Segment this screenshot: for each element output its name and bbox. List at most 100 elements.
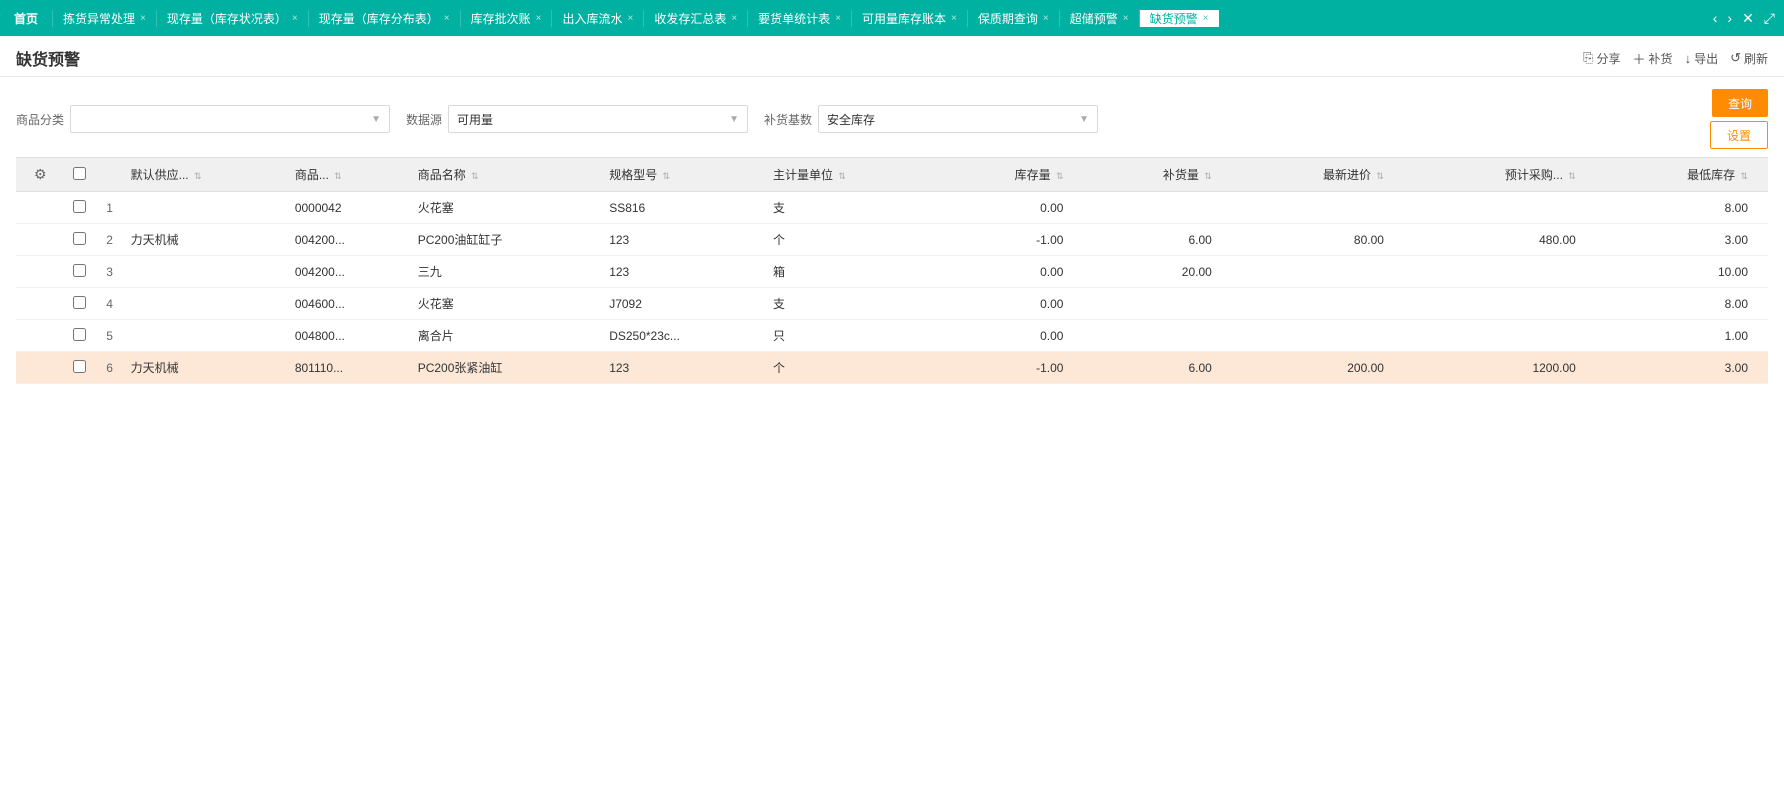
refresh-icon: ↺: [1730, 50, 1741, 66]
row-check-cell[interactable]: [65, 320, 95, 352]
row-gear-cell: [16, 224, 65, 256]
close-icon[interactable]: ×: [627, 13, 633, 24]
tab-expiry-query[interactable]: 保质期查询 ×: [968, 10, 1060, 27]
row-checkbox[interactable]: [73, 232, 86, 245]
row-check-cell[interactable]: [65, 192, 95, 224]
tab-receive-summary[interactable]: 收发存汇总表 ×: [644, 10, 748, 27]
row-replenish-qty: 6.00: [1083, 224, 1231, 256]
row-spec: 123: [603, 256, 767, 288]
tab-scroll-left[interactable]: ‹: [1708, 0, 1723, 36]
filter-datasource-group: 数据源 可用量 ▼: [406, 105, 748, 133]
row-unit: 个: [767, 224, 935, 256]
row-gear-cell: [16, 320, 65, 352]
row-supplier: [125, 256, 289, 288]
export-button[interactable]: ↓ 导出: [1685, 50, 1719, 67]
row-spec: DS250*23c...: [603, 320, 767, 352]
table-row: 1 0000042 火花塞 SS816 支 0.00 8.00: [16, 192, 1768, 224]
datasource-value: 可用量: [457, 111, 493, 128]
tab-scroll-right[interactable]: ›: [1722, 0, 1737, 36]
column-goods-name[interactable]: 商品名称 ⇅: [412, 158, 604, 192]
row-checkbox[interactable]: [73, 264, 86, 277]
close-icon[interactable]: ×: [140, 13, 146, 24]
tab-overstock-warning[interactable]: 超储预警 ×: [1060, 10, 1140, 27]
tab-inout-flow[interactable]: 出入库流水 ×: [552, 10, 644, 27]
query-button[interactable]: 查询: [1712, 89, 1768, 117]
sort-icon: ⇅: [1376, 171, 1384, 181]
sort-icon: ⇅: [1568, 171, 1576, 181]
replenish-button[interactable]: ＋ 补货: [1633, 49, 1673, 68]
table-container: ⚙ 默认供应... ⇅ 商品... ⇅ 商品名称 ⇅: [0, 157, 1784, 384]
column-replenish-qty[interactable]: 补货量 ⇅: [1083, 158, 1231, 192]
row-checkbox[interactable]: [73, 360, 86, 373]
row-check-cell[interactable]: [65, 224, 95, 256]
close-icon[interactable]: ×: [444, 13, 450, 24]
column-unit[interactable]: 主计量单位 ⇅: [767, 158, 935, 192]
replenish-icon: ＋: [1633, 49, 1646, 68]
datasource-select[interactable]: 可用量 ▼: [448, 105, 748, 133]
column-latest-price[interactable]: 最新进价 ⇅: [1232, 158, 1404, 192]
row-goods-code: 0000042: [289, 192, 412, 224]
column-default-supplier[interactable]: 默认供应... ⇅: [125, 158, 289, 192]
row-replenish-qty: [1083, 192, 1231, 224]
tab-available-ledger[interactable]: 可用量库存账本 ×: [852, 10, 968, 27]
page-content: 缺货预警 ⎘ 分享 ＋ 补货 ↓ 导出 ↺ 刷新 商品分类: [0, 36, 1784, 796]
category-label: 商品分类: [16, 111, 64, 128]
replenish-select[interactable]: 安全库存 ▼: [818, 105, 1098, 133]
tab-defect-process[interactable]: 拣货异常处理 ×: [53, 10, 157, 27]
tab-bar: 首页 拣货异常处理 × 现存量（库存状况表） × 现存量（库存分布表） × 库存…: [0, 0, 1784, 36]
row-number: 5: [95, 320, 125, 352]
close-icon[interactable]: ×: [835, 13, 841, 24]
close-icon[interactable]: ×: [1203, 13, 1209, 24]
settings-button[interactable]: 设置: [1710, 121, 1768, 149]
share-icon: ⎘: [1583, 50, 1593, 66]
sort-icon: ⇅: [1056, 171, 1064, 181]
row-checkbox[interactable]: [73, 296, 86, 309]
close-icon[interactable]: ×: [536, 13, 542, 24]
row-estimated-purchase: 1200.00: [1404, 352, 1596, 384]
row-replenish-qty: 20.00: [1083, 256, 1231, 288]
column-stock[interactable]: 库存量 ⇅: [935, 158, 1083, 192]
close-icon[interactable]: ×: [951, 13, 957, 24]
row-latest-price: 80.00: [1232, 224, 1404, 256]
row-goods-name: PC200油缸缸子: [412, 224, 604, 256]
share-button[interactable]: ⎘ 分享: [1583, 50, 1620, 67]
close-icon[interactable]: ×: [731, 13, 737, 24]
replenish-value: 安全库存: [827, 111, 875, 128]
filter-bar: 商品分类 ▼ 数据源 可用量 ▼ 补货基数 安全库存 ▼ 查询 设置: [0, 77, 1784, 157]
category-select[interactable]: ▼: [70, 105, 390, 133]
tab-inventory-status[interactable]: 现存量（库存状况表） ×: [157, 10, 309, 27]
row-gear-cell: [16, 288, 65, 320]
tab-shortage-warning[interactable]: 缺货预警 ×: [1140, 10, 1220, 27]
tab-home[interactable]: 首页: [0, 10, 53, 27]
tab-expand[interactable]: ⤢: [1759, 0, 1780, 36]
row-check-cell[interactable]: [65, 288, 95, 320]
row-stock: 0.00: [935, 192, 1083, 224]
tab-batch-account[interactable]: 库存批次账 ×: [461, 10, 553, 27]
row-unit: 只: [767, 320, 935, 352]
close-icon[interactable]: ×: [1123, 13, 1129, 24]
column-gear[interactable]: ⚙: [16, 158, 65, 192]
select-all-checkbox[interactable]: [73, 167, 86, 180]
column-estimated-purchase[interactable]: 预计采购... ⇅: [1404, 158, 1596, 192]
row-checkbox[interactable]: [73, 328, 86, 341]
column-goods-code[interactable]: 商品... ⇅: [289, 158, 412, 192]
column-min-stock[interactable]: 最低库存 ⇅: [1596, 158, 1768, 192]
refresh-button[interactable]: ↺ 刷新: [1730, 50, 1768, 67]
row-unit: 支: [767, 192, 935, 224]
tab-close-all[interactable]: ✕: [1737, 0, 1759, 36]
row-stock: 0.00: [935, 256, 1083, 288]
close-icon[interactable]: ×: [292, 13, 298, 24]
close-icon[interactable]: ×: [1043, 13, 1049, 24]
row-check-cell[interactable]: [65, 352, 95, 384]
row-estimated-purchase: [1404, 288, 1596, 320]
row-supplier: 力天机械: [125, 352, 289, 384]
row-stock: -1.00: [935, 352, 1083, 384]
column-spec[interactable]: 规格型号 ⇅: [603, 158, 767, 192]
row-check-cell[interactable]: [65, 256, 95, 288]
tab-order-stats[interactable]: 要货单统计表 ×: [748, 10, 852, 27]
row-latest-price: 200.00: [1232, 352, 1404, 384]
row-number: 4: [95, 288, 125, 320]
tab-inventory-dist[interactable]: 现存量（库存分布表） ×: [309, 10, 461, 27]
tab-nav-buttons: ‹ › ✕ ⤢: [1708, 0, 1784, 36]
row-checkbox[interactable]: [73, 200, 86, 213]
